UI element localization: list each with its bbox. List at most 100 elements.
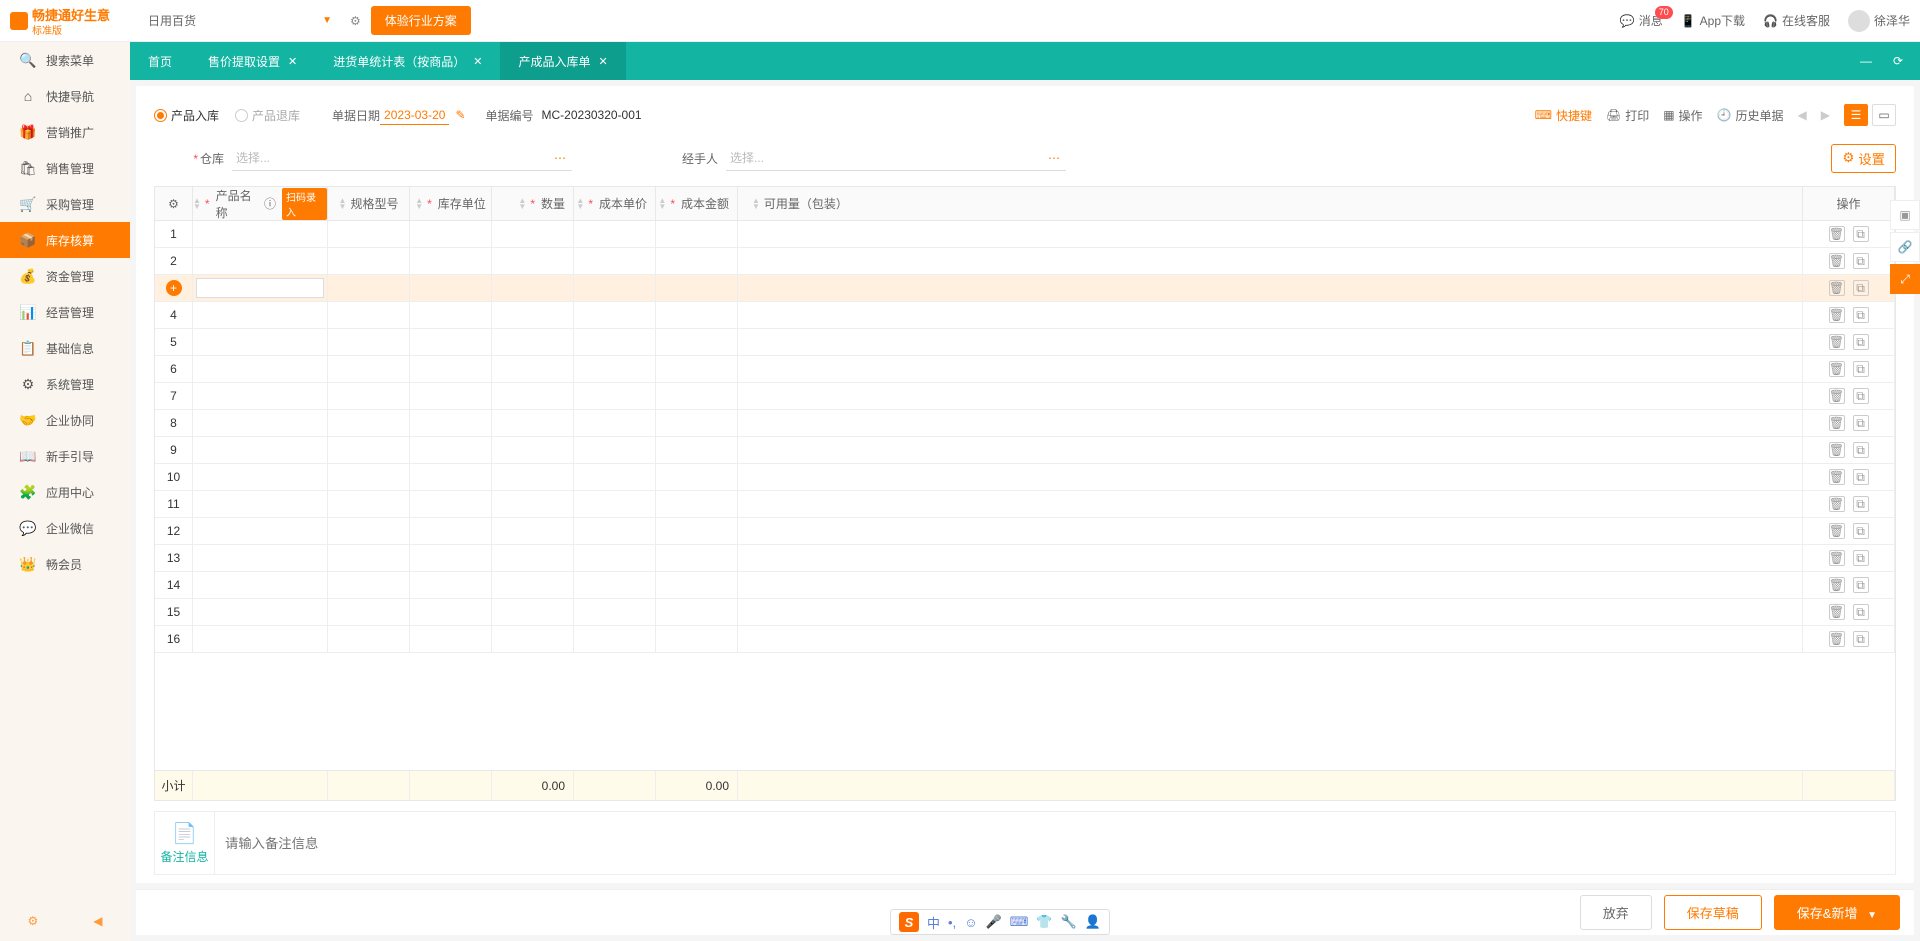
cell-spec[interactable] [328, 599, 410, 625]
cell-product-name[interactable] [193, 383, 328, 409]
cell-amount[interactable] [656, 410, 738, 436]
cell-spec[interactable] [328, 329, 410, 355]
cell-spec[interactable] [328, 248, 410, 274]
delete-row-icon[interactable]: 🗑 [1829, 226, 1845, 242]
copy-row-icon[interactable]: ⧉ [1853, 334, 1869, 350]
cell-available[interactable] [738, 518, 1803, 544]
delete-row-icon[interactable]: 🗑 [1829, 550, 1845, 566]
cell-spec[interactable] [328, 572, 410, 598]
table-row[interactable]: 13🗑⧉ [155, 545, 1895, 572]
cell-spec[interactable] [328, 464, 410, 490]
radio-in[interactable] [154, 109, 167, 122]
table-row[interactable]: 11🗑⧉ [155, 491, 1895, 518]
delete-row-icon[interactable]: 🗑 [1829, 253, 1845, 269]
app-download-link[interactable]: 📱 App下载 [1681, 12, 1745, 29]
delete-row-icon[interactable]: 🗑 [1829, 388, 1845, 404]
cell-qty[interactable] [492, 329, 574, 355]
th-amount[interactable]: ▲▼ *成本金额 [656, 187, 738, 220]
copy-row-icon[interactable]: ⧉ [1853, 496, 1869, 512]
cell-available[interactable] [738, 302, 1803, 328]
cell-unit[interactable] [410, 491, 492, 517]
gear-icon[interactable]: ⚙ [350, 14, 361, 28]
cell-available[interactable] [738, 491, 1803, 517]
cell-spec[interactable] [328, 383, 410, 409]
cell-qty[interactable] [492, 248, 574, 274]
copy-row-icon[interactable]: ⧉ [1853, 253, 1869, 269]
save-new-button[interactable]: 保存&新增 ▼ [1774, 895, 1900, 930]
cell-qty[interactable] [492, 275, 574, 301]
cell-price[interactable] [574, 302, 656, 328]
tab-close-icon[interactable]: ✕ [288, 55, 297, 68]
cell-product-name[interactable] [193, 437, 328, 463]
user-menu[interactable]: 徐泽华 [1848, 10, 1910, 32]
th-price[interactable]: ▲▼ *成本单价 [574, 187, 656, 220]
category-select[interactable]: 日用百货 ▼ [140, 7, 340, 35]
cell-product-name[interactable] [193, 410, 328, 436]
cell-available[interactable] [738, 599, 1803, 625]
cell-spec[interactable] [328, 275, 410, 301]
online-service-link[interactable]: 🎧 在线客服 [1763, 12, 1830, 29]
sidebar-settings-icon[interactable]: ⚙ [28, 914, 39, 928]
cell-spec[interactable] [328, 221, 410, 247]
cell-qty[interactable] [492, 410, 574, 436]
cell-unit[interactable] [410, 437, 492, 463]
copy-row-icon[interactable]: ⧉ [1853, 442, 1869, 458]
cell-amount[interactable] [656, 464, 738, 490]
sidebar-item-10[interactable]: 🤝企业协同 [0, 402, 130, 438]
cell-spec[interactable] [328, 356, 410, 382]
ime-keyboard-icon[interactable]: ⌨ [1010, 914, 1029, 930]
history-button[interactable]: 🕘 历史单据 [1717, 107, 1784, 124]
cell-product-name[interactable] [193, 491, 328, 517]
view-card-icon[interactable]: ▭ [1872, 104, 1896, 126]
cell-price[interactable] [574, 410, 656, 436]
ime-user-icon[interactable]: 👤 [1085, 914, 1101, 930]
cell-spec[interactable] [328, 626, 410, 652]
cell-product-name[interactable] [193, 329, 328, 355]
table-row[interactable]: 12🗑⧉ [155, 518, 1895, 545]
table-row[interactable]: 10🗑⧉ [155, 464, 1895, 491]
cell-qty[interactable] [492, 302, 574, 328]
cell-unit[interactable] [410, 383, 492, 409]
cell-unit[interactable] [410, 599, 492, 625]
delete-row-icon[interactable]: 🗑 [1829, 361, 1845, 377]
scan-badge[interactable]: 扫码录入 [282, 188, 327, 220]
sidebar-item-5[interactable]: 📦库存核算 [0, 222, 130, 258]
table-row[interactable]: 7🗑⧉ [155, 383, 1895, 410]
copy-row-icon[interactable]: ⧉ [1853, 604, 1869, 620]
sidebar-item-6[interactable]: 💰资金管理 [0, 258, 130, 294]
copy-row-icon[interactable]: ⧉ [1853, 577, 1869, 593]
cell-price[interactable] [574, 383, 656, 409]
cell-amount[interactable] [656, 275, 738, 301]
cell-amount[interactable] [656, 491, 738, 517]
cell-spec[interactable] [328, 491, 410, 517]
th-available[interactable]: ▲▼ 可用量（包装） [738, 187, 1803, 220]
th-settings[interactable]: ⚙ [155, 187, 193, 220]
cell-unit[interactable] [410, 356, 492, 382]
cell-product-name[interactable] [193, 248, 328, 274]
copy-row-icon[interactable]: ⧉ [1853, 226, 1869, 242]
table-row[interactable]: 15🗑⧉ [155, 599, 1895, 626]
sidebar-item-4[interactable]: 🛒采购管理 [0, 186, 130, 222]
table-row[interactable]: 6🗑⧉ [155, 356, 1895, 383]
cell-price[interactable] [574, 572, 656, 598]
cell-price[interactable] [574, 545, 656, 571]
cell-price[interactable] [574, 437, 656, 463]
settings-button[interactable]: ⚙ 设置 [1831, 144, 1896, 173]
tab-2[interactable]: 进货单统计表（按商品）✕ [315, 42, 500, 80]
product-name-input[interactable] [196, 278, 323, 298]
cell-unit[interactable] [410, 572, 492, 598]
table-row[interactable]: 1🗑⧉ [155, 221, 1895, 248]
cell-qty[interactable] [492, 518, 574, 544]
cell-product-name[interactable] [193, 518, 328, 544]
cell-product-name[interactable] [193, 464, 328, 490]
cell-available[interactable] [738, 221, 1803, 247]
ime-lang[interactable]: 中 [927, 913, 940, 932]
cell-qty[interactable] [492, 572, 574, 598]
table-row[interactable]: 2🗑⧉ [155, 248, 1895, 275]
cell-unit[interactable] [410, 302, 492, 328]
cell-unit[interactable] [410, 518, 492, 544]
delete-row-icon[interactable]: 🗑 [1829, 604, 1845, 620]
cell-qty[interactable] [492, 221, 574, 247]
edit-date-icon[interactable]: ✎ [455, 108, 465, 122]
sidebar-item-3[interactable]: 🛍销售管理 [0, 150, 130, 186]
